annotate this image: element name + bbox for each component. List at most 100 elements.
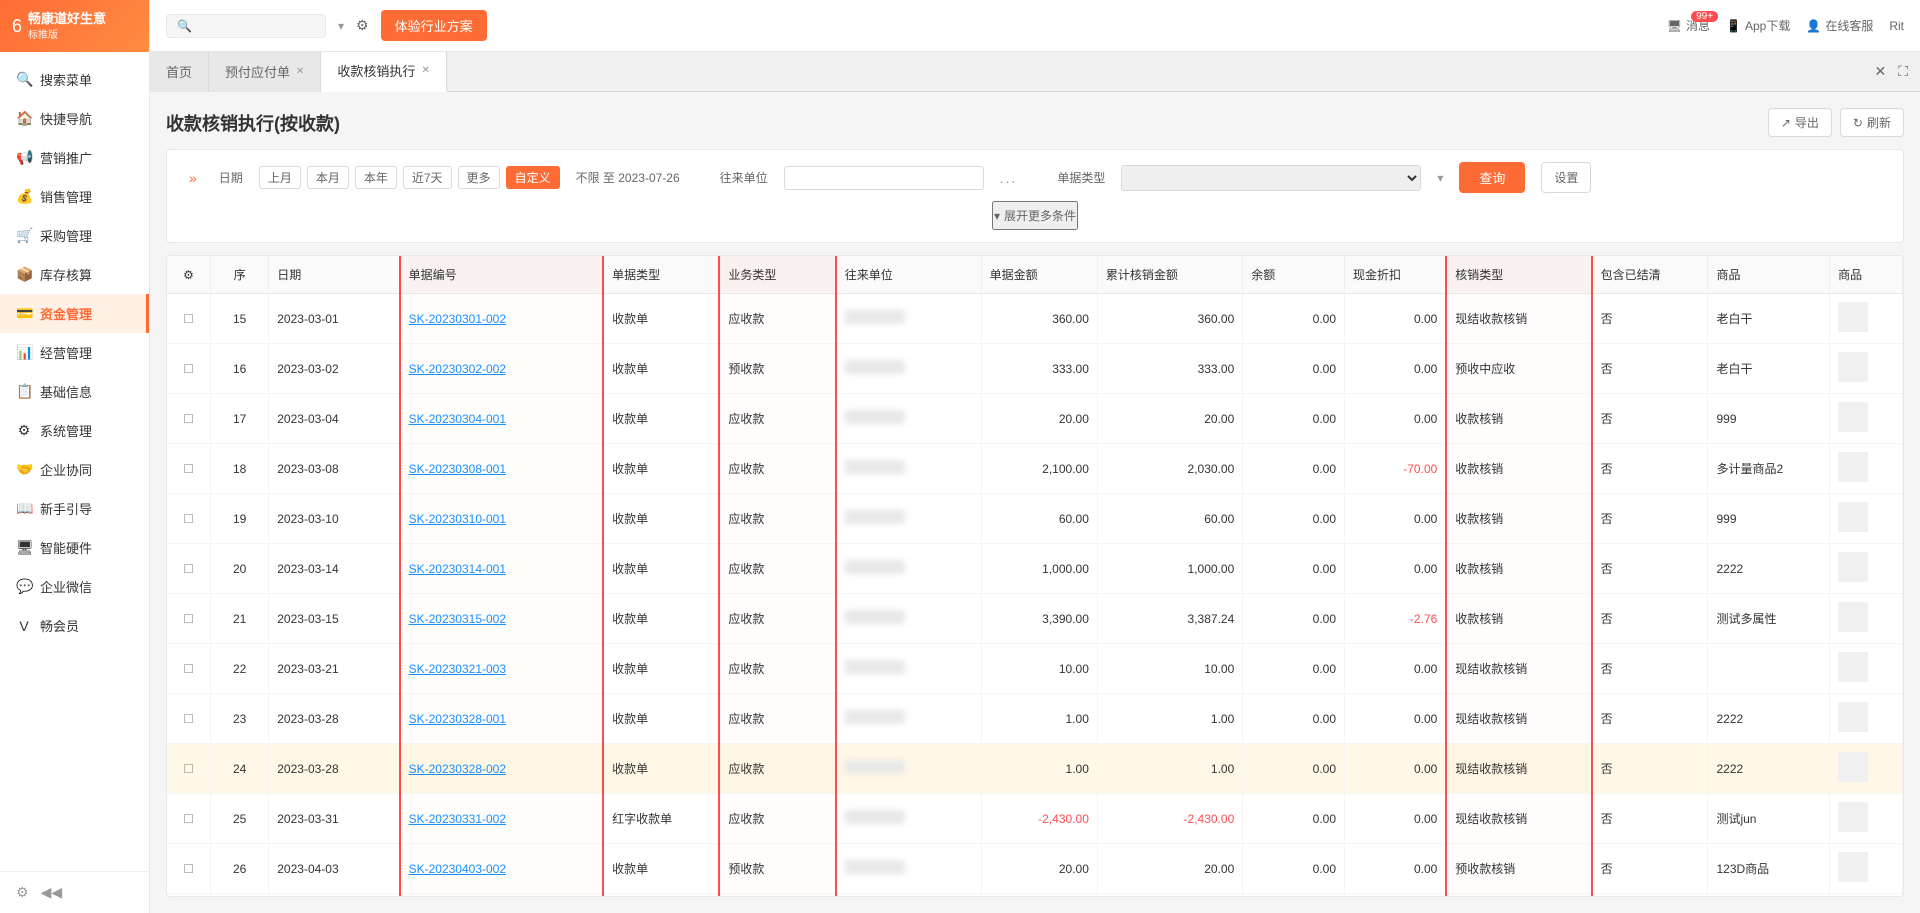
sidebar-item-label-member: 畅会员: [40, 616, 79, 635]
row-checkbox[interactable]: ☐: [167, 294, 211, 344]
online-service-button[interactable]: 👤 在线客服: [1806, 17, 1873, 34]
sidebar-item-operation[interactable]: 📊经营管理: [0, 333, 149, 372]
sidebar-item-hardware[interactable]: 🖥智能硬件: [0, 528, 149, 567]
sidebar-item-finance[interactable]: 💳资金管理: [0, 294, 149, 333]
this-month-btn[interactable]: 本月: [307, 166, 349, 189]
doc-no-link[interactable]: SK-20230331-002: [409, 812, 506, 826]
filter-settings-button[interactable]: 设置: [1541, 162, 1591, 193]
sidebar-item-purchase[interactable]: 🛒采购管理: [0, 216, 149, 255]
sidebar-item-search[interactable]: 🔍搜索菜单: [0, 60, 149, 99]
doc-no-link[interactable]: SK-20230403-002: [409, 862, 506, 876]
solution-button[interactable]: 体验行业方案: [381, 10, 487, 41]
close-tab-button[interactable]: ✕: [1870, 59, 1890, 84]
row-product-img: [1830, 844, 1903, 894]
sidebar-item-guide[interactable]: 📖新手引导: [0, 489, 149, 528]
row-doc-amount: 1,000.00: [981, 544, 1097, 594]
row-discount: -2.76: [1345, 594, 1447, 644]
custom-date-btn[interactable]: 自定义: [506, 166, 560, 189]
row-checkbox[interactable]: ☐: [167, 894, 211, 898]
sidebar-item-member[interactable]: V畅会员: [0, 606, 149, 645]
row-product-img: [1830, 644, 1903, 694]
maximize-tab-button[interactable]: ⛶: [1894, 59, 1912, 84]
doc-no-link[interactable]: SK-20230308-001: [409, 462, 506, 476]
row-doc-amount: 1.00: [981, 694, 1097, 744]
refresh-button[interactable]: ↻ 刷新: [1840, 108, 1904, 137]
row-no: 15: [211, 294, 269, 344]
sidebar-item-weixin[interactable]: 💬企业微信: [0, 567, 149, 606]
doc-no-link[interactable]: SK-20230304-001: [409, 412, 506, 426]
row-doc-amount: 1.00: [981, 744, 1097, 794]
sidebar-item-marketing[interactable]: 📢营销推广: [0, 138, 149, 177]
sidebar-item-label-system: 系统管理: [40, 421, 92, 440]
row-include-settled: 否: [1592, 794, 1708, 844]
row-checkbox[interactable]: ☐: [167, 794, 211, 844]
sidebar-item-system[interactable]: ⚙系统管理: [0, 411, 149, 450]
refresh-label: 刷新: [1867, 114, 1891, 131]
partner-blurred: [845, 610, 905, 624]
app-download-button[interactable]: 📱 App下载: [1726, 17, 1790, 34]
doc-no-link[interactable]: SK-20230315-002: [409, 612, 506, 626]
tab-close-receipt[interactable]: ✕: [421, 65, 429, 76]
row-checkbox[interactable]: ☐: [167, 394, 211, 444]
row-no: 24: [211, 744, 269, 794]
doc-no-link[interactable]: SK-20230302-002: [409, 362, 506, 376]
row-checkbox[interactable]: ☐: [167, 744, 211, 794]
row-checkbox[interactable]: ☐: [167, 544, 211, 594]
doc-type-select[interactable]: [1121, 165, 1421, 191]
row-discount: 0.00: [1345, 494, 1447, 544]
user-name[interactable]: Rit: [1889, 19, 1904, 33]
topbar-gear-icon[interactable]: ⚙: [356, 17, 369, 34]
last-7days-btn[interactable]: 近7天: [403, 166, 452, 189]
settings-icon[interactable]: ⚙: [16, 884, 29, 901]
filter-expand-button[interactable]: »: [183, 166, 203, 190]
sidebar-item-shortcut[interactable]: 🏠快捷导航: [0, 99, 149, 138]
doc-no-link[interactable]: SK-20230321-003: [409, 662, 506, 676]
table-row: ☐ 18 2023-03-08 SK-20230308-001 收款单 应收款 …: [167, 444, 1903, 494]
sidebar-item-sales[interactable]: 💰销售管理: [0, 177, 149, 216]
doc-no-link[interactable]: SK-20230328-002: [409, 762, 506, 776]
tab-receipt[interactable]: 收款核销执行✕: [321, 52, 446, 92]
tab-prepay[interactable]: 预付应付单✕: [209, 52, 321, 92]
discount-col-header: 现金折扣: [1345, 256, 1447, 294]
sidebar-item-enterprise[interactable]: 🤝企业协同: [0, 450, 149, 489]
include-settled-col-header: 包含已结清: [1592, 256, 1708, 294]
sidebar-item-label-basic: 基础信息: [40, 382, 92, 401]
more-date-btn[interactable]: 更多: [458, 166, 500, 189]
sidebar-item-basic[interactable]: 📋基础信息: [0, 372, 149, 411]
messages-button[interactable]: 🖥 消息 99+: [1667, 17, 1710, 34]
row-discount: 0.00: [1345, 744, 1447, 794]
row-balance: 0.00: [1243, 294, 1345, 344]
collapse-icon[interactable]: ◀◀: [41, 884, 63, 901]
doc-no-link[interactable]: SK-20230310-001: [409, 512, 506, 526]
row-cumulative: 2,030.00: [1097, 444, 1242, 494]
row-checkbox[interactable]: ☐: [167, 594, 211, 644]
query-button[interactable]: 查询: [1459, 162, 1525, 193]
settings-col-header[interactable]: ⚙: [167, 256, 211, 294]
dropdown-arrow[interactable]: ▾: [338, 19, 344, 33]
partner-blurred: [845, 710, 905, 724]
this-year-btn[interactable]: 本年: [355, 166, 397, 189]
row-checkbox[interactable]: ☐: [167, 694, 211, 744]
table-row: ☐ 16 2023-03-02 SK-20230302-002 收款单 预收款 …: [167, 344, 1903, 394]
doc-no-link[interactable]: SK-20230301-002: [409, 312, 506, 326]
sidebar-item-inventory[interactable]: 📦库存核算: [0, 255, 149, 294]
doc-no-link[interactable]: SK-20230328-001: [409, 712, 506, 726]
product-thumbnail: [1838, 702, 1868, 732]
row-checkbox[interactable]: ☐: [167, 444, 211, 494]
expand-more-button[interactable]: ▾ 展开更多条件: [992, 201, 1078, 230]
last-month-btn[interactable]: 上月: [259, 166, 301, 189]
row-checkbox[interactable]: ☐: [167, 844, 211, 894]
tab-home[interactable]: 首页: [150, 52, 209, 92]
partner-input[interactable]: [784, 166, 984, 190]
row-checkbox[interactable]: ☐: [167, 644, 211, 694]
partner-filter-label: 往来单位: [720, 169, 768, 186]
dropdown-chevron-icon: ▾: [1437, 171, 1443, 185]
row-cumulative: 3,387.24: [1097, 594, 1242, 644]
row-checkbox[interactable]: ☐: [167, 494, 211, 544]
export-button[interactable]: ↗ 导出: [1768, 108, 1832, 137]
row-cumulative: 333.00: [1097, 344, 1242, 394]
row-checkbox[interactable]: ☐: [167, 344, 211, 394]
refresh-icon: ↻: [1853, 116, 1863, 130]
tab-close-prepay[interactable]: ✕: [296, 66, 304, 77]
doc-no-link[interactable]: SK-20230314-001: [409, 562, 506, 576]
